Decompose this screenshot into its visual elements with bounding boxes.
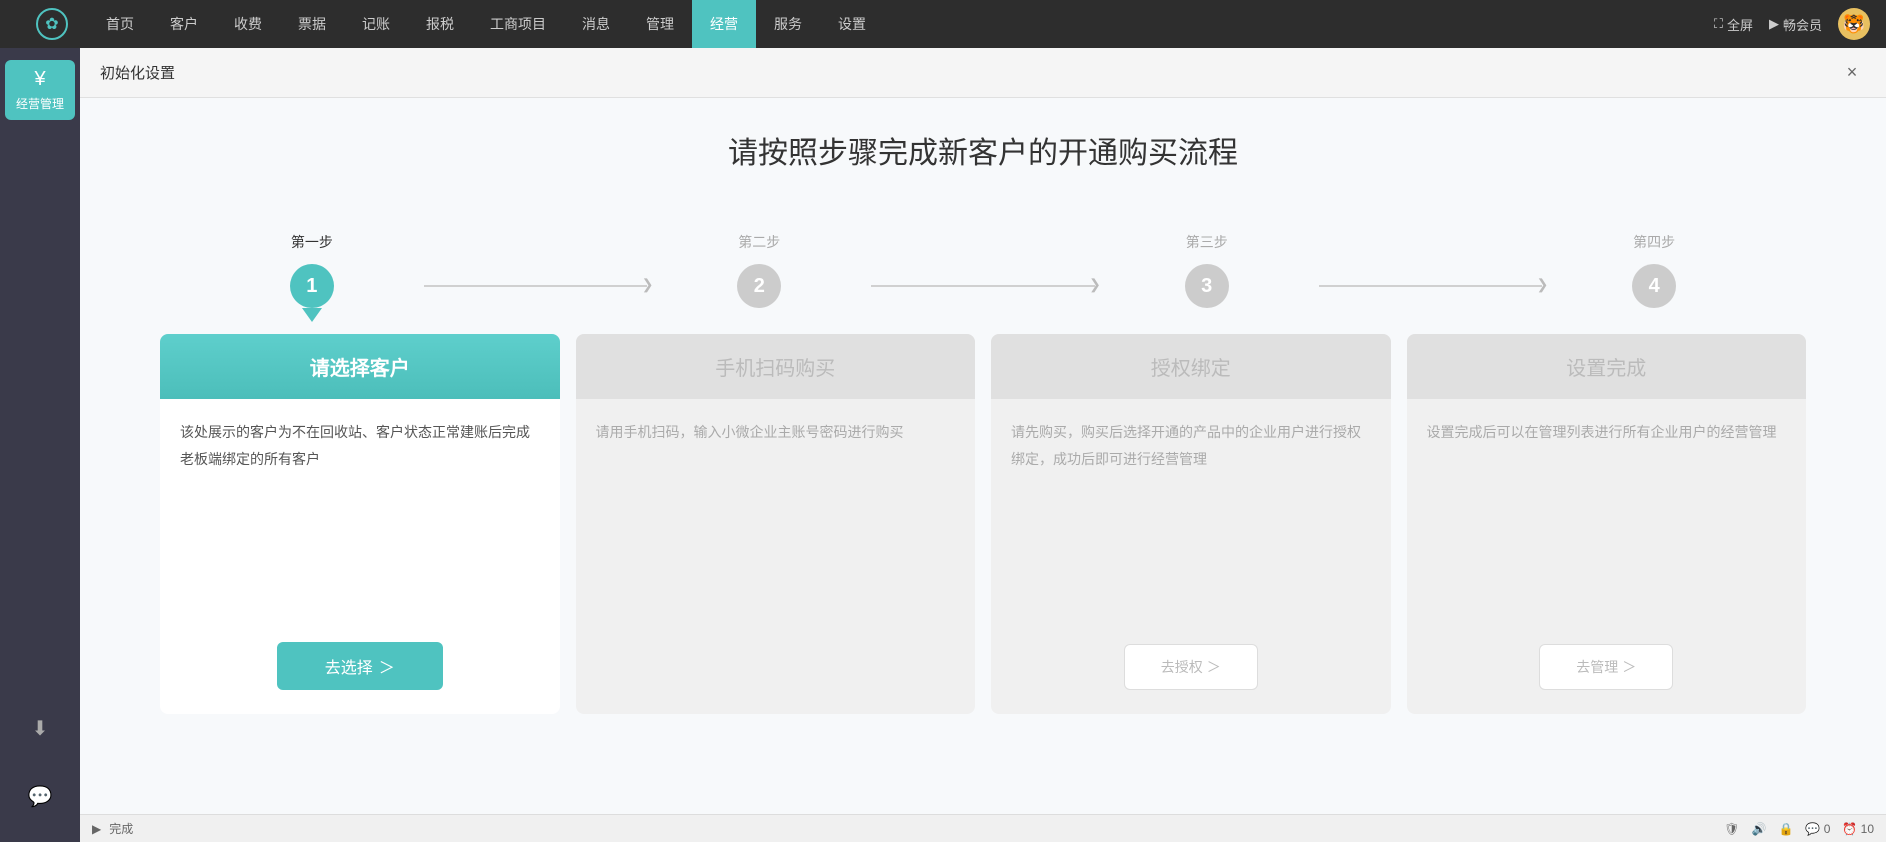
card-4-footer: 去管理 ＞: [1407, 628, 1807, 714]
play-btn[interactable]: ▶: [92, 822, 101, 836]
card-3-footer: 去授权 ＞: [991, 628, 1391, 714]
card-4-btn[interactable]: 去管理 ＞: [1539, 644, 1673, 690]
member-label: 畅会员: [1783, 15, 1822, 34]
cards-area: 请选择客户 该处展示的客户为不在回收站、客户状态正常建账后完成老板端绑定的所有客…: [140, 318, 1826, 734]
step-4-label: 第四步: [1633, 232, 1675, 252]
card-2-footer: [576, 674, 976, 714]
step-1: 第一步 1: [200, 232, 424, 308]
card-2-title: 手机扫码购买: [715, 358, 835, 380]
nav-items: 首页 客户 收费 票据 记账 报税 工商项目 消息 管理 经营 服务 设置: [88, 0, 1714, 48]
step-3-circle: 3: [1185, 264, 1229, 308]
nav-tax[interactable]: 报税: [408, 0, 472, 48]
step-3-label: 第三步: [1186, 232, 1228, 252]
sidebar-item-label: 经营管理: [16, 95, 64, 112]
download-icon: ⬇: [32, 716, 49, 741]
user-avatar[interactable]: 🐯: [1838, 8, 1870, 40]
step-2-label: 第二步: [738, 232, 780, 252]
card-1-btn[interactable]: 去选择 ＞: [277, 642, 443, 690]
card-1-btn-arrow: ＞: [379, 654, 395, 678]
card-3-header: 授权绑定: [991, 334, 1391, 399]
app-logo[interactable]: ✿: [16, 8, 88, 40]
step-4: 第四步 4: [1542, 232, 1766, 308]
play-icon: ▶: [1769, 16, 1779, 32]
message-count: 💬 0: [1805, 822, 1830, 836]
card-3-btn-arrow: ＞: [1207, 657, 1221, 677]
card-2-header: 手机扫码购买: [576, 334, 976, 399]
shield-icon: 🛡: [1724, 822, 1739, 836]
step-4-circle: 4: [1632, 264, 1676, 308]
status-bar: ▶ 完成 🛡 🔊 🔒 💬 0 ⏰ 10: [80, 814, 1886, 842]
card-1-title: 请选择客户: [310, 358, 410, 380]
logo-icon: ✿: [36, 8, 68, 40]
time-display: ⏰ 10: [1842, 822, 1874, 836]
nav-settings[interactable]: 设置: [820, 0, 884, 48]
card-4-body: 设置完成后可以在管理列表进行所有企业用户的经营管理: [1407, 399, 1807, 628]
content-area: 请按照步骤完成新客户的开通购买流程 第一步 1 第二步 2 第三步 3: [80, 98, 1886, 842]
sidebar-bottom: ⬇ 💬: [5, 698, 75, 842]
card-1-btn-label: 去选择: [325, 654, 373, 678]
card-4-title: 设置完成: [1566, 358, 1646, 380]
step-1-circle: 1: [290, 264, 334, 308]
nav-ticket[interactable]: 票据: [280, 0, 344, 48]
chat-icon: 💬: [28, 784, 53, 809]
card-1-header: 请选择客户: [160, 334, 560, 399]
status-text: 完成: [109, 820, 133, 837]
nav-manage[interactable]: 管理: [628, 0, 692, 48]
nav-fee[interactable]: 收费: [216, 0, 280, 48]
nav-right: ⛶ 全屏 ▶ 畅会员 🐯: [1714, 8, 1870, 40]
step-2-circle: 2: [737, 264, 781, 308]
fullscreen-icon: ⛶: [1714, 16, 1723, 32]
nav-service[interactable]: 服务: [756, 0, 820, 48]
card-4: 设置完成 设置完成后可以在管理列表进行所有企业用户的经营管理 去管理 ＞: [1407, 334, 1807, 714]
card-3-btn[interactable]: 去授权 ＞: [1124, 644, 1258, 690]
step-1-label: 第一步: [291, 232, 333, 252]
card-4-header: 设置完成: [1407, 334, 1807, 399]
member-btn[interactable]: ▶ 畅会员: [1769, 15, 1822, 34]
card-4-btn-arrow: ＞: [1622, 657, 1636, 677]
fullscreen-btn[interactable]: ⛶ 全屏: [1714, 15, 1753, 34]
card-4-btn-label: 去管理: [1576, 657, 1618, 677]
steps-row: 第一步 1 第二步 2 第三步 3 第四步 4: [140, 212, 1826, 318]
status-bar-right: 🛡 🔊 🔒 💬 0 ⏰ 10: [1724, 822, 1874, 836]
fullscreen-label: 全屏: [1727, 15, 1753, 34]
lock-icon: 🔒: [1778, 822, 1793, 836]
card-2: 手机扫码购买 请用手机扫码，输入小微企业主账号密码进行购买: [576, 334, 976, 714]
card-3-title: 授权绑定: [1151, 358, 1231, 380]
step-line-1: [424, 285, 648, 287]
card-1-body: 该处展示的客户为不在回收站、客户状态正常建账后完成老板端绑定的所有客户: [160, 399, 560, 626]
card-2-body: 请用手机扫码，输入小微企业主账号密码进行购买: [576, 399, 976, 674]
step-line-2: [871, 285, 1095, 287]
sidebar-download[interactable]: ⬇: [5, 698, 75, 758]
nav-operation[interactable]: 经营: [692, 0, 756, 48]
step-3: 第三步 3: [1095, 232, 1319, 308]
nav-message[interactable]: 消息: [564, 0, 628, 48]
card-1: 请选择客户 该处展示的客户为不在回收站、客户状态正常建账后完成老板端绑定的所有客…: [160, 334, 560, 714]
nav-home[interactable]: 首页: [88, 0, 152, 48]
sidebar-item-operation[interactable]: ¥ 经营管理: [5, 60, 75, 120]
nav-business[interactable]: 工商项目: [472, 0, 564, 48]
close-button[interactable]: ×: [1838, 59, 1866, 87]
card-3-body: 请先购买，购买后选择开通的产品中的企业用户进行授权绑定，成功后即可进行经营管理: [991, 399, 1391, 628]
page-header: 初始化设置 ×: [80, 48, 1886, 98]
card-1-footer: 去选择 ＞: [160, 626, 560, 714]
sidebar-chat[interactable]: 💬: [5, 766, 75, 826]
step-2: 第二步 2: [647, 232, 871, 308]
page-title: 初始化设置: [100, 62, 175, 83]
nav-client[interactable]: 客户: [152, 0, 216, 48]
nav-bookkeeping[interactable]: 记账: [344, 0, 408, 48]
top-navigation: ✿ 首页 客户 收费 票据 记账 报税 工商项目 消息 管理 经营 服务 设置 …: [0, 0, 1886, 48]
main-content: 初始化设置 × 请按照步骤完成新客户的开通购买流程 第一步 1 第二步 2 第三…: [80, 48, 1886, 842]
sidebar: ¥ 经营管理 ⬇ 💬: [0, 48, 80, 842]
card-3-btn-label: 去授权: [1161, 657, 1203, 677]
card-3: 授权绑定 请先购买，购买后选择开通的产品中的企业用户进行授权绑定，成功后即可进行…: [991, 334, 1391, 714]
volume-icon: 🔊: [1752, 822, 1767, 836]
main-title: 请按照步骤完成新客户的开通购买流程: [140, 128, 1826, 172]
yuan-icon: ¥: [34, 68, 45, 91]
step-line-3: [1319, 285, 1543, 287]
